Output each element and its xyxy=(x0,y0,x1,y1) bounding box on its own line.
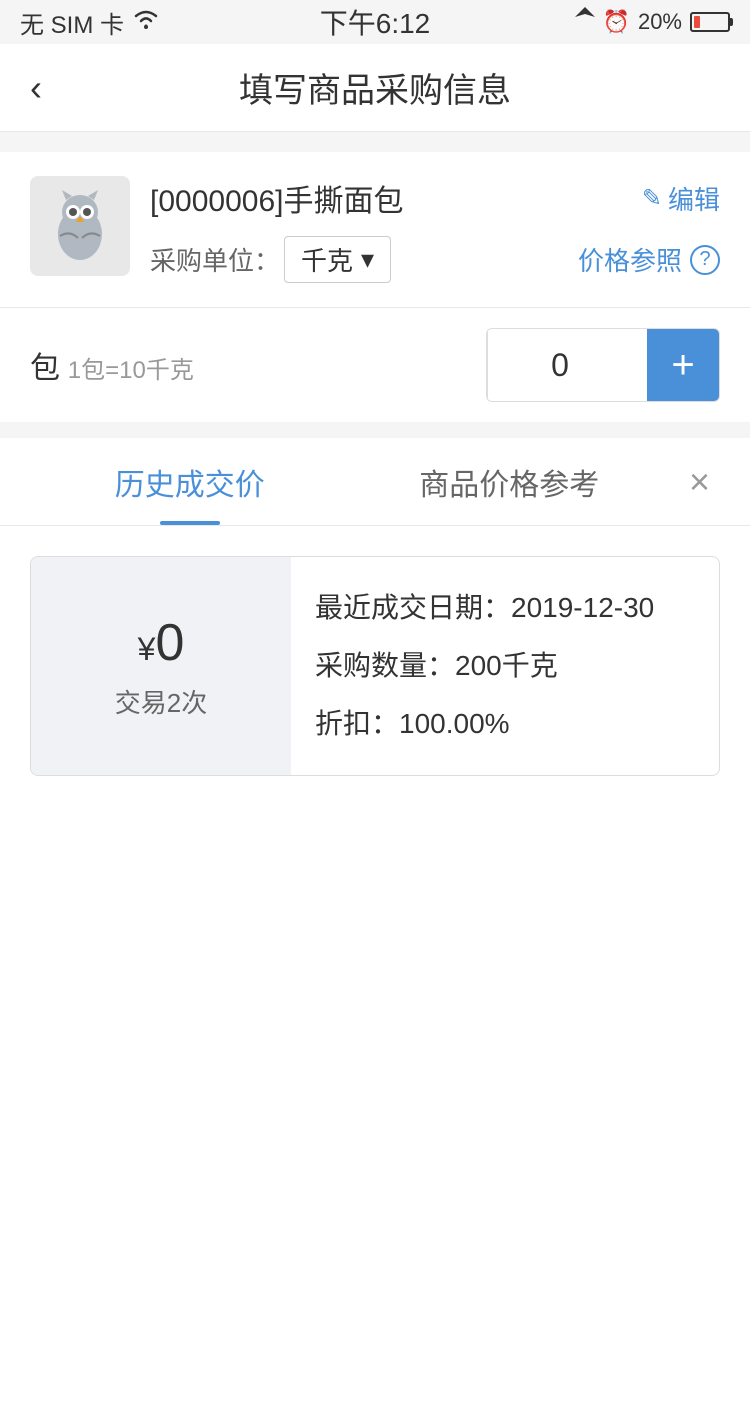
tab-product-price-ref-label: 商品价格参考 xyxy=(419,460,599,504)
nav-bar: ‹ 填写商品采购信息 xyxy=(0,44,750,132)
alarm-icon: ⏰ xyxy=(603,9,630,35)
price-ref-help-icon: ? xyxy=(690,245,720,275)
battery-indicator xyxy=(690,12,730,32)
trade-date-label: 最近成交日期： xyxy=(315,592,511,623)
unit-dropdown[interactable]: 千克 ▾ xyxy=(284,236,391,283)
product-name-row: [0000006]手撕面包 ✎ 编辑 xyxy=(150,176,720,220)
quantity-unit-name: 包 xyxy=(30,352,60,385)
trade-quantity-value: 200千克 xyxy=(455,650,558,681)
back-button[interactable]: ‹ xyxy=(30,67,42,109)
content-area xyxy=(0,806,750,1406)
tab-history-price-label: 历史成交价 xyxy=(115,460,265,504)
unit-value: 千克 xyxy=(301,241,353,278)
unit-selector: 采购单位： 千克 ▾ xyxy=(150,236,391,283)
product-full-name: [0000006]手撕面包 xyxy=(150,176,403,220)
trade-summary: ¥0 交易2次 xyxy=(31,557,291,775)
quantity-control: + xyxy=(486,328,720,402)
tabs-panel: 历史成交价 商品价格参考 × ¥0 交易2次 最近成交日期：2019-12-30… xyxy=(0,438,750,1406)
trade-discount-row: 折扣：100.00% xyxy=(315,703,695,745)
page-title: 填写商品采购信息 xyxy=(239,63,511,112)
trade-discount-value: 100.00% xyxy=(399,708,510,739)
trade-quantity-row: 采购数量：200千克 xyxy=(315,645,695,687)
price-ref-label: 价格参照 xyxy=(578,241,682,278)
trade-count: 交易2次 xyxy=(115,683,207,720)
unit-info: 包 1包=10千克 xyxy=(30,343,486,387)
quantity-input[interactable] xyxy=(487,329,647,401)
product-thumbnail xyxy=(30,176,130,276)
location-icon xyxy=(575,7,595,37)
quantity-plus-button[interactable]: + xyxy=(647,329,719,401)
status-left: 无 SIM 卡 xyxy=(20,5,160,40)
status-bar: 无 SIM 卡 下午6:12 ⏰ 20% xyxy=(0,0,750,44)
edit-button[interactable]: ✎ 编辑 xyxy=(642,180,720,217)
trade-date-row: 最近成交日期：2019-12-30 xyxy=(315,587,695,629)
trade-price-value: 0 xyxy=(155,614,184,672)
wifi-icon xyxy=(132,8,160,37)
status-right: ⏰ 20% xyxy=(575,7,730,37)
product-header: [0000006]手撕面包 ✎ 编辑 采购单位： 千克 ▾ 价格参照 xyxy=(30,176,720,283)
quantity-row: 包 1包=10千克 + xyxy=(0,307,750,422)
product-info: [0000006]手撕面包 ✎ 编辑 采购单位： 千克 ▾ 价格参照 xyxy=(150,176,720,283)
trade-discount-label: 折扣： xyxy=(315,708,399,739)
unit-conversion: 1包=10千克 xyxy=(68,357,194,384)
dropdown-arrow: ▾ xyxy=(361,244,374,275)
tab-history-price[interactable]: 历史成交价 xyxy=(30,438,349,525)
unit-label: 采购单位： xyxy=(150,241,280,278)
trade-card: ¥0 交易2次 最近成交日期：2019-12-30 采购数量：200千克 折扣：… xyxy=(30,556,720,776)
status-time: 下午6:12 xyxy=(320,2,431,42)
trade-date-value: 2019-12-30 xyxy=(511,592,654,623)
battery-percent: 20% xyxy=(638,9,682,35)
edit-label: 编辑 xyxy=(668,180,720,217)
edit-icon: ✎ xyxy=(642,184,662,213)
unit-row: 采购单位： 千克 ▾ 价格参照 ? xyxy=(150,236,720,283)
trade-quantity-label: 采购数量： xyxy=(315,650,455,681)
product-card: [0000006]手撕面包 ✎ 编辑 采购单位： 千克 ▾ 价格参照 xyxy=(0,152,750,307)
carrier-text: 无 SIM 卡 xyxy=(20,5,124,40)
product-image xyxy=(40,186,120,266)
tabs-header: 历史成交价 商品价格参考 × xyxy=(0,438,750,526)
trade-price: ¥0 xyxy=(138,613,185,673)
tabs-close-button[interactable]: × xyxy=(679,451,720,513)
trade-price-symbol: ¥ xyxy=(138,631,156,667)
tab-product-price-ref[interactable]: 商品价格参考 xyxy=(349,438,668,525)
trade-details: 最近成交日期：2019-12-30 采购数量：200千克 折扣：100.00% xyxy=(291,557,719,775)
price-reference-button[interactable]: 价格参照 ? xyxy=(578,241,720,278)
